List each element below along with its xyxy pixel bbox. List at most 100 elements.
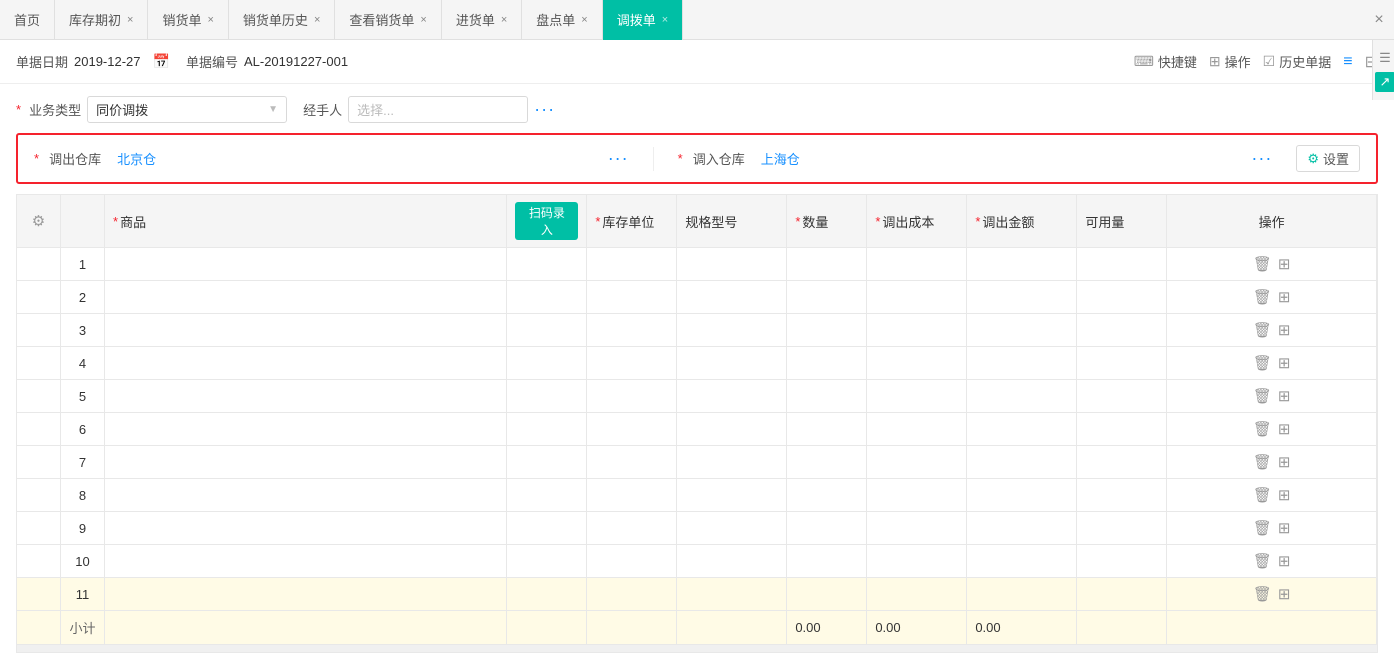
calendar-icon[interactable]: 📅	[153, 53, 170, 70]
delete-icon[interactable]: 🗑	[1253, 255, 1272, 273]
warehouse-out-more-btn[interactable]: ···	[608, 148, 629, 169]
tab-purchase[interactable]: 进货单 ×	[442, 0, 522, 40]
tab-inventory-init[interactable]: 库存期初 ×	[55, 0, 148, 40]
th-gear[interactable]: ⚙	[17, 195, 61, 247]
warehouse-out-label: 调出仓库	[49, 149, 101, 168]
tab-close-icon[interactable]: ×	[501, 14, 507, 26]
th-unit: * 库存单位	[587, 195, 677, 247]
table-row: 6 🗑 ⊞	[17, 413, 1377, 446]
tab-close-icon[interactable]: ×	[420, 14, 426, 26]
copy-icon[interactable]: ⊞	[1278, 420, 1291, 438]
tab-view-sales[interactable]: 查看销货单 ×	[335, 0, 441, 40]
date-field: 单据日期 2019-12-27 📅	[16, 52, 170, 71]
person-more-btn[interactable]: ···	[534, 99, 555, 120]
business-label: 业务类型	[29, 100, 81, 119]
person-select[interactable]: 选择...	[348, 96, 528, 123]
delete-icon[interactable]: 🗑	[1253, 321, 1272, 339]
subtotal-label: 小计	[69, 618, 95, 637]
tab-close-icon[interactable]: ×	[207, 14, 213, 26]
toolbar: 单据日期 2019-12-27 📅 单据编号 AL-20191227-001 ⌨…	[0, 40, 1394, 84]
form-row-1: * 业务类型 同价调拨 ▼ 经手人 选择... ···	[16, 96, 1378, 123]
row-idx: 3	[61, 314, 105, 346]
sidebar-list-icon[interactable]: ☰	[1375, 48, 1394, 68]
settings-button[interactable]: ⚙ 设置	[1296, 145, 1360, 172]
table-row: 8 🗑 ⊞	[17, 479, 1377, 512]
person-field: 经手人 选择... ···	[303, 96, 555, 123]
row-idx: 1	[61, 248, 105, 280]
person-placeholder: 选择...	[357, 100, 394, 119]
row-idx: 8	[61, 479, 105, 511]
tab-close-icon[interactable]: ×	[127, 14, 133, 26]
th-cost: * 调出成本	[867, 195, 967, 247]
required-star-in: *	[678, 151, 683, 166]
tab-close-icon[interactable]: ×	[662, 14, 668, 26]
tab-sales-order[interactable]: 销货单 ×	[148, 0, 228, 40]
window-close-button[interactable]: ×	[1364, 0, 1394, 40]
table-settings-icon[interactable]: ⚙	[32, 212, 45, 230]
delete-icon[interactable]: 🗑	[1253, 453, 1272, 471]
delete-icon[interactable]: 🗑	[1253, 387, 1272, 405]
delete-icon[interactable]: 🗑	[1253, 519, 1272, 537]
table-subtotal-row: 11 🗑 ⊞	[17, 578, 1377, 611]
warehouse-out-field: * 调出仓库 北京仓 ···	[34, 148, 629, 169]
delete-icon[interactable]: 🗑	[1253, 288, 1272, 306]
delete-icon[interactable]: 🗑	[1253, 420, 1272, 438]
copy-icon[interactable]: ⊞	[1278, 321, 1291, 339]
row-op-icons: 🗑 ⊞	[1253, 354, 1291, 372]
scan-button[interactable]: 扫码录入	[515, 202, 578, 240]
tab-sales-history[interactable]: 销货单历史 ×	[229, 0, 335, 40]
layout-toggle-btn[interactable]: ≡	[1343, 53, 1352, 71]
row-idx: 11	[61, 578, 105, 610]
table-row: 5 🗑 ⊞	[17, 380, 1377, 413]
scrollbar[interactable]	[16, 645, 1378, 653]
sidebar-export-icon[interactable]: ↗	[1375, 72, 1394, 92]
history-icon: ☑	[1263, 53, 1276, 70]
delete-icon[interactable]: 🗑	[1253, 354, 1272, 372]
row-idx: 7	[61, 446, 105, 478]
row-idx: 5	[61, 380, 105, 412]
shortcut-btn[interactable]: ⌨ 快捷键	[1134, 52, 1197, 71]
copy-icon[interactable]: ⊞	[1278, 387, 1291, 405]
date-label: 单据日期	[16, 52, 68, 71]
copy-icon[interactable]: ⊞	[1278, 255, 1291, 273]
tab-transfer[interactable]: 调拨单 ×	[603, 0, 683, 40]
toolbar-left: 单据日期 2019-12-27 📅 单据编号 AL-20191227-001	[16, 52, 348, 71]
copy-icon[interactable]: ⊞	[1278, 585, 1291, 603]
warehouse-in-field: * 调入仓库 上海仓 ···	[678, 148, 1273, 169]
settings-label: 设置	[1323, 149, 1349, 168]
row-idx: 9	[61, 512, 105, 544]
table-row: 1 🗑 ⊞	[17, 248, 1377, 281]
th-spec: 规格型号	[677, 195, 787, 247]
th-idx	[61, 195, 105, 247]
warehouse-in-label: 调入仓库	[693, 149, 745, 168]
history-btn[interactable]: ☑ 历史单据	[1263, 52, 1332, 71]
th-amount: * 调出金额	[967, 195, 1077, 247]
table-row: 3 🗑 ⊞	[17, 314, 1377, 347]
tab-close-icon[interactable]: ×	[314, 14, 320, 26]
copy-icon[interactable]: ⊞	[1278, 486, 1291, 504]
delete-icon[interactable]: 🗑	[1253, 585, 1272, 603]
row-idx: 6	[61, 413, 105, 445]
required-star-out: *	[34, 151, 39, 166]
warehouse-out-value[interactable]: 北京仓	[117, 149, 156, 168]
keyboard-icon: ⌨	[1134, 53, 1154, 70]
required-star: *	[16, 102, 21, 117]
delete-icon[interactable]: 🗑	[1253, 486, 1272, 504]
tab-close-icon[interactable]: ×	[581, 14, 587, 26]
tab-home[interactable]: 首页	[0, 0, 55, 40]
number-value: AL-20191227-001	[244, 54, 348, 69]
operation-btn[interactable]: ⊞ 操作	[1209, 52, 1251, 71]
warehouse-in-value[interactable]: 上海仓	[761, 149, 800, 168]
delete-icon[interactable]: 🗑	[1253, 552, 1272, 570]
copy-icon[interactable]: ⊞	[1278, 552, 1291, 570]
th-qty: * 数量	[787, 195, 867, 247]
copy-icon[interactable]: ⊞	[1278, 519, 1291, 537]
toolbar-right: ⌨ 快捷键 ⊞ 操作 ☑ 历史单据 ≡ ⊟	[1134, 52, 1378, 72]
copy-icon[interactable]: ⊞	[1278, 288, 1291, 306]
tab-stocktake[interactable]: 盘点单 ×	[522, 0, 602, 40]
business-type-select[interactable]: 同价调拨 ▼	[87, 96, 287, 123]
subtotal-row: 小计 0.00 0.00 0.00	[17, 611, 1377, 645]
copy-icon[interactable]: ⊞	[1278, 453, 1291, 471]
copy-icon[interactable]: ⊞	[1278, 354, 1291, 372]
warehouse-in-more-btn[interactable]: ···	[1251, 148, 1272, 169]
